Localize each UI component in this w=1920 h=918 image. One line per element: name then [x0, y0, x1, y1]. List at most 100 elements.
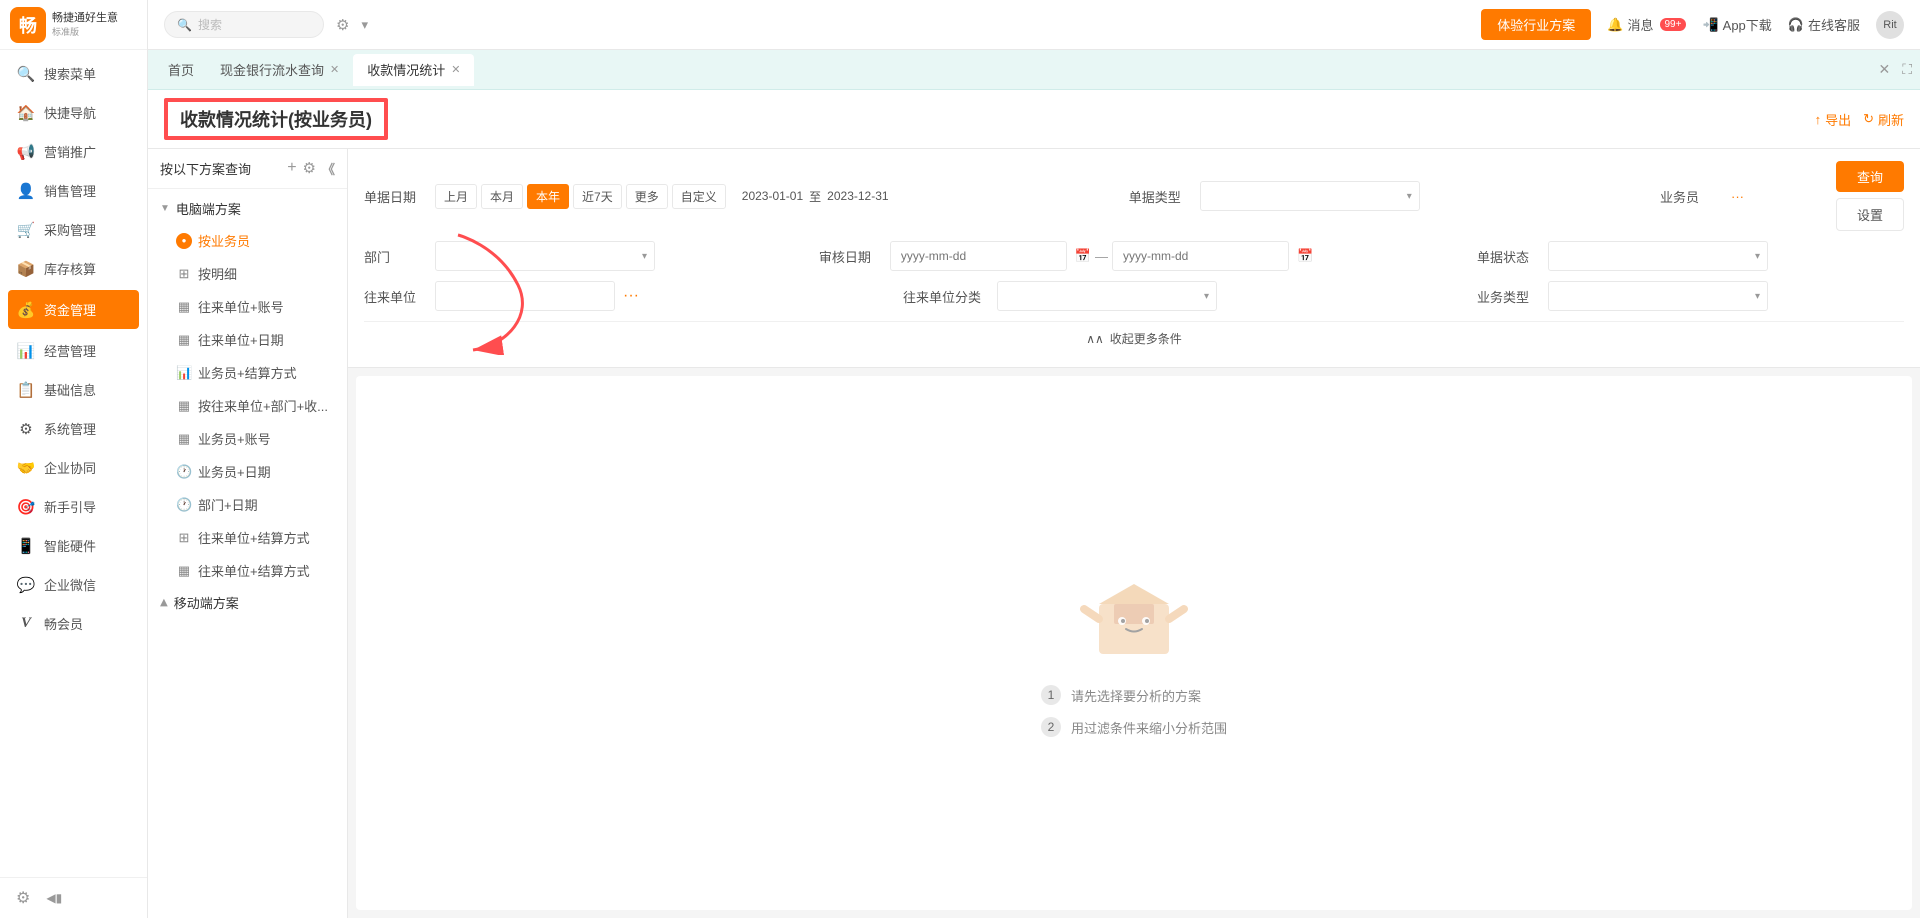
ellipsis-icon[interactable]: ··· [1731, 189, 1744, 204]
scheme-item-dept-date[interactable]: 🕐 部门+日期 [148, 488, 347, 521]
refresh-button[interactable]: ↻ 刷新 [1863, 110, 1904, 129]
scheme-item-label: 按业务员 [198, 231, 250, 250]
sidebar-item-operation[interactable]: 📊 经营管理 [0, 331, 147, 370]
home-icon: 🏠 [16, 104, 36, 122]
tabbar: 首页 现金银行流水查询 ✕ 收款情况统计 ✕ ✕ ⛶ [148, 50, 1920, 90]
messages-badge: 99+ [1660, 18, 1687, 31]
export-button[interactable]: ↑ 导出 [1815, 110, 1852, 129]
date-btn-last-7days[interactable]: 近7天 [573, 184, 622, 209]
scheme-item-salesperson-settlement[interactable]: 📊 业务员+结算方式 [148, 356, 347, 389]
bill-type-label: 单据类型 [1129, 187, 1184, 206]
scheme-title: 按以下方案查询 [160, 159, 279, 178]
grid-icon: ⊞ [176, 266, 192, 282]
user-name: Rit [1883, 19, 1896, 31]
scheme-item-counterpart-settlement2[interactable]: ▦ 往来单位+结算方式 [148, 554, 347, 587]
messages-label: 消息 [1627, 15, 1653, 34]
sidebar-item-marketing[interactable]: 📢 营销推广 [0, 132, 147, 171]
bill-date-label: 单据日期 [364, 187, 419, 206]
tab-collections-close[interactable]: ✕ [451, 63, 460, 76]
bell-icon: 🔔 [1607, 17, 1623, 33]
scheme-item-counterpart-settlement1[interactable]: ⊞ 往来单位+结算方式 [148, 521, 347, 554]
sidebar-item-basicinfo[interactable]: 📋 基础信息 [0, 370, 147, 409]
sidebar-item-label: 采购管理 [44, 220, 96, 239]
sidebar-item-search[interactable]: 🔍 搜索菜单 [0, 54, 147, 93]
topbar-dropdown-icon[interactable]: ▾ [361, 17, 368, 33]
sidebar-item-inventory[interactable]: 📦 库存核算 [0, 249, 147, 288]
tab-close-all-icon[interactable]: ✕ [1878, 61, 1890, 78]
settings-footer-icon[interactable]: ⚙ [16, 888, 30, 908]
user-avatar[interactable]: Rit [1876, 11, 1904, 39]
tab-maximize-icon[interactable]: ⛶ [1902, 61, 1912, 78]
sidebar-item-system[interactable]: ⚙ 系统管理 [0, 409, 147, 448]
query-button[interactable]: 查询 [1836, 161, 1904, 192]
sidebar-item-member[interactable]: V 畅会员 [0, 604, 147, 643]
logo-icon: 畅 [10, 7, 46, 43]
tip-text-1: 请先选择要分析的方案 [1071, 686, 1201, 705]
sidebar-item-label: 快捷导航 [44, 103, 96, 122]
scheme-item-counterpart-account[interactable]: ▦ 往来单位+账号 [148, 290, 347, 323]
empty-tip-1: 1 请先选择要分析的方案 [1041, 685, 1227, 705]
date-btn-this-year[interactable]: 本年 [527, 184, 569, 209]
grid-icon: ⊞ [176, 530, 192, 546]
review-date-from[interactable] [890, 241, 1067, 271]
sidebar-item-guide[interactable]: 🎯 新手引导 [0, 487, 147, 526]
sidebar-item-sales[interactable]: 👤 销售管理 [0, 171, 147, 210]
scheme-item-by-salesperson[interactable]: ● 按业务员 [148, 224, 347, 257]
tab-cashflow-close[interactable]: ✕ [330, 63, 339, 76]
calendar-icon-2[interactable]: 📅 [1297, 248, 1313, 264]
sidebar-item-hardware[interactable]: 📱 智能硬件 [0, 526, 147, 565]
collapse-more-button[interactable]: ∧∧ 收起更多条件 [364, 321, 1904, 355]
bill-type-select[interactable] [1200, 181, 1420, 211]
sidebar-item-purchase[interactable]: 🛒 采购管理 [0, 210, 147, 249]
member-icon: V [16, 615, 36, 632]
calendar-icon[interactable]: 📅 [1075, 248, 1091, 264]
app-download-action[interactable]: 📲 App下载 [1702, 15, 1771, 34]
trial-button[interactable]: 体验行业方案 [1481, 9, 1591, 40]
topbar-search-box[interactable]: 🔍 搜索 [164, 11, 324, 38]
review-date-to[interactable] [1112, 241, 1289, 271]
group-label: 电脑端方案 [176, 199, 241, 218]
counterpart-input[interactable] [435, 281, 615, 311]
date-btn-more[interactable]: 更多 [626, 184, 668, 209]
tab-collections[interactable]: 收款情况统计 ✕ [353, 54, 474, 86]
tab-cashflow[interactable]: 现金银行流水查询 ✕ [206, 54, 353, 86]
scheme-group-desktop[interactable]: ▼ 电脑端方案 [148, 193, 347, 224]
scheme-item-label: 往来单位+结算方式 [198, 528, 310, 547]
online-service-action[interactable]: 🎧 在线客服 [1788, 15, 1860, 34]
dept-select[interactable] [435, 241, 655, 271]
main-area: 🔍 搜索 ⚙ ▾ 体验行业方案 🔔 消息 99+ 📲 App下载 🎧 在线客服 [148, 0, 1920, 918]
scheme-item-salesperson-date[interactable]: 🕐 业务员+日期 [148, 455, 347, 488]
scheme-item-label: 部门+日期 [198, 495, 258, 514]
collapse-footer-icon[interactable]: ◀▮ [46, 891, 62, 905]
tab-home-label: 首页 [168, 60, 194, 79]
biz-type-select[interactable] [1548, 281, 1768, 311]
sidebar-item-wechat[interactable]: 💬 企业微信 [0, 565, 147, 604]
counterpart-category-select[interactable] [997, 281, 1217, 311]
sidebar-item-finance[interactable]: 💰 资金管理 [8, 290, 139, 329]
messages-action[interactable]: 🔔 消息 99+ [1607, 15, 1686, 34]
sidebar-item-corp[interactable]: 🤝 企业协同 [0, 448, 147, 487]
bill-status-select[interactable] [1548, 241, 1768, 271]
scheme-header: 按以下方案查询 + ⚙ 《 [148, 149, 347, 189]
filter-area: 单据日期 上月 本月 本年 近7天 更多 自定义 2023-01-01 至 [348, 149, 1920, 368]
date-btn-custom[interactable]: 自定义 [672, 184, 726, 209]
app-logo: 畅 畅捷通好生意 标准版 [0, 0, 147, 50]
tab-home[interactable]: 首页 [156, 54, 206, 86]
review-date-label: 审核日期 [819, 247, 874, 266]
sidebar-item-quicknav[interactable]: 🏠 快捷导航 [0, 93, 147, 132]
scheme-item-counterpart-dept[interactable]: ▦ 按往来单位+部门+收... [148, 389, 347, 422]
sidebar-item-label: 基础信息 [44, 380, 96, 399]
scheme-gear-icon[interactable]: ⚙ [303, 159, 316, 178]
operation-icon: 📊 [16, 342, 36, 360]
date-btn-last-month[interactable]: 上月 [435, 184, 477, 209]
scheme-item-salesperson-account[interactable]: ▦ 业务员+账号 [148, 422, 347, 455]
counterpart-more-btn[interactable]: ··· [619, 287, 643, 305]
scheme-collapse-icon[interactable]: 《 [322, 159, 335, 178]
scheme-group-mobile[interactable]: ▶ 移动端方案 [148, 587, 347, 618]
scheme-item-by-detail[interactable]: ⊞ 按明细 [148, 257, 347, 290]
settings-button[interactable]: 设置 [1836, 198, 1904, 231]
scheme-add-icon[interactable]: + [287, 159, 296, 178]
scheme-item-counterpart-date[interactable]: ▦ 往来单位+日期 [148, 323, 347, 356]
date-btn-this-month[interactable]: 本月 [481, 184, 523, 209]
topbar-settings-icon[interactable]: ⚙ [336, 16, 349, 34]
